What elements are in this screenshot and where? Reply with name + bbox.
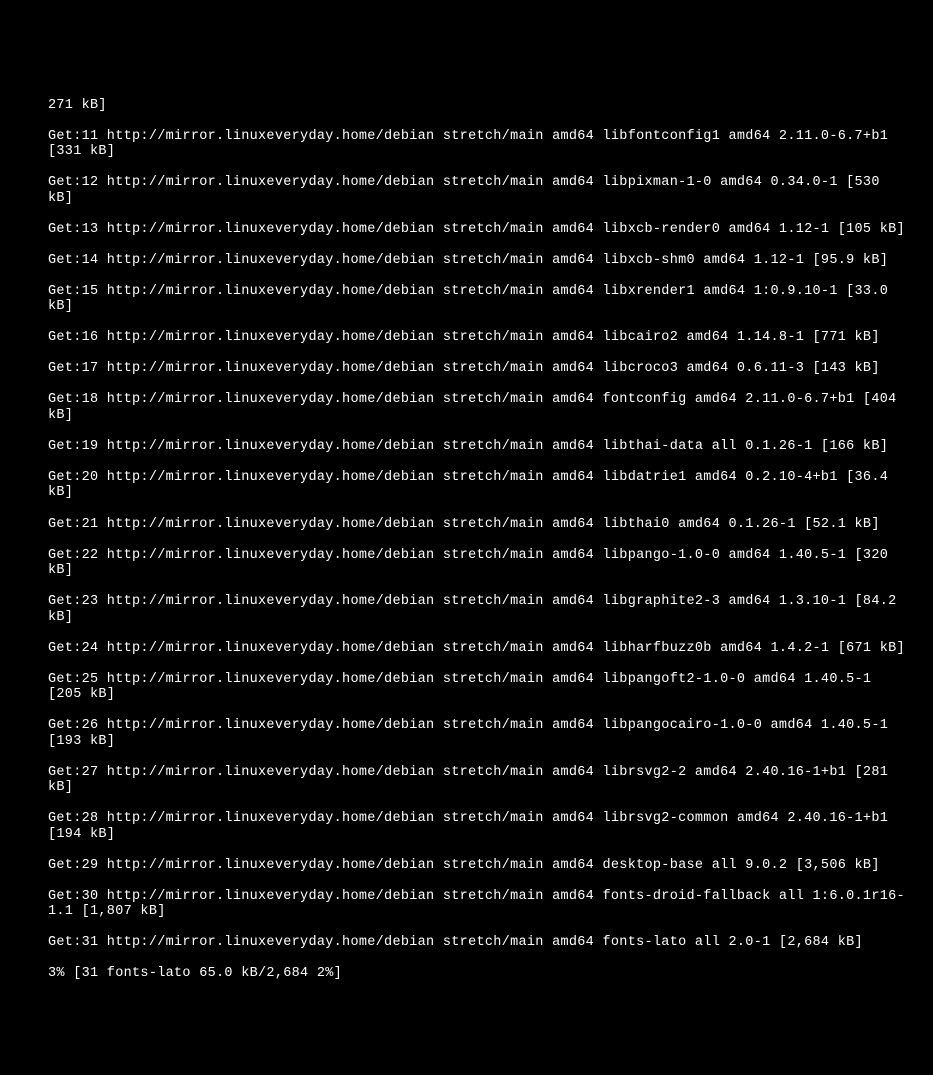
output-line: Get:17 http://mirror.linuxeveryday.home/…: [48, 361, 908, 377]
output-line: Get:31 http://mirror.linuxeveryday.home/…: [48, 935, 908, 951]
output-line: Get:24 http://mirror.linuxeveryday.home/…: [48, 641, 908, 657]
output-line: Get:14 http://mirror.linuxeveryday.home/…: [48, 253, 908, 269]
output-line: Get:29 http://mirror.linuxeveryday.home/…: [48, 858, 908, 874]
output-line: Get:16 http://mirror.linuxeveryday.home/…: [48, 330, 908, 346]
output-line: Get:27 http://mirror.linuxeveryday.home/…: [48, 765, 908, 796]
output-line: Get:13 http://mirror.linuxeveryday.home/…: [48, 222, 908, 238]
output-line: Get:21 http://mirror.linuxeveryday.home/…: [48, 517, 908, 533]
output-line: Get:28 http://mirror.linuxeveryday.home/…: [48, 811, 908, 842]
terminal-output: 271 kB] Get:11 http://mirror.linuxeveryd…: [48, 82, 908, 997]
output-line: Get:20 http://mirror.linuxeveryday.home/…: [48, 470, 908, 501]
output-line: Get:11 http://mirror.linuxeveryday.home/…: [48, 129, 908, 160]
output-line: Get:22 http://mirror.linuxeveryday.home/…: [48, 548, 908, 579]
output-line: Get:23 http://mirror.linuxeveryday.home/…: [48, 594, 908, 625]
output-line: Get:30 http://mirror.linuxeveryday.home/…: [48, 889, 908, 920]
output-line: Get:12 http://mirror.linuxeveryday.home/…: [48, 175, 908, 206]
output-line: 271 kB]: [48, 98, 908, 114]
output-line: Get:26 http://mirror.linuxeveryday.home/…: [48, 718, 908, 749]
progress-line: 3% [31 fonts-lato 65.0 kB/2,684 2%]: [48, 966, 908, 982]
output-line: Get:25 http://mirror.linuxeveryday.home/…: [48, 672, 908, 703]
output-line: Get:18 http://mirror.linuxeveryday.home/…: [48, 392, 908, 423]
output-line: Get:19 http://mirror.linuxeveryday.home/…: [48, 439, 908, 455]
output-line: Get:15 http://mirror.linuxeveryday.home/…: [48, 284, 908, 315]
